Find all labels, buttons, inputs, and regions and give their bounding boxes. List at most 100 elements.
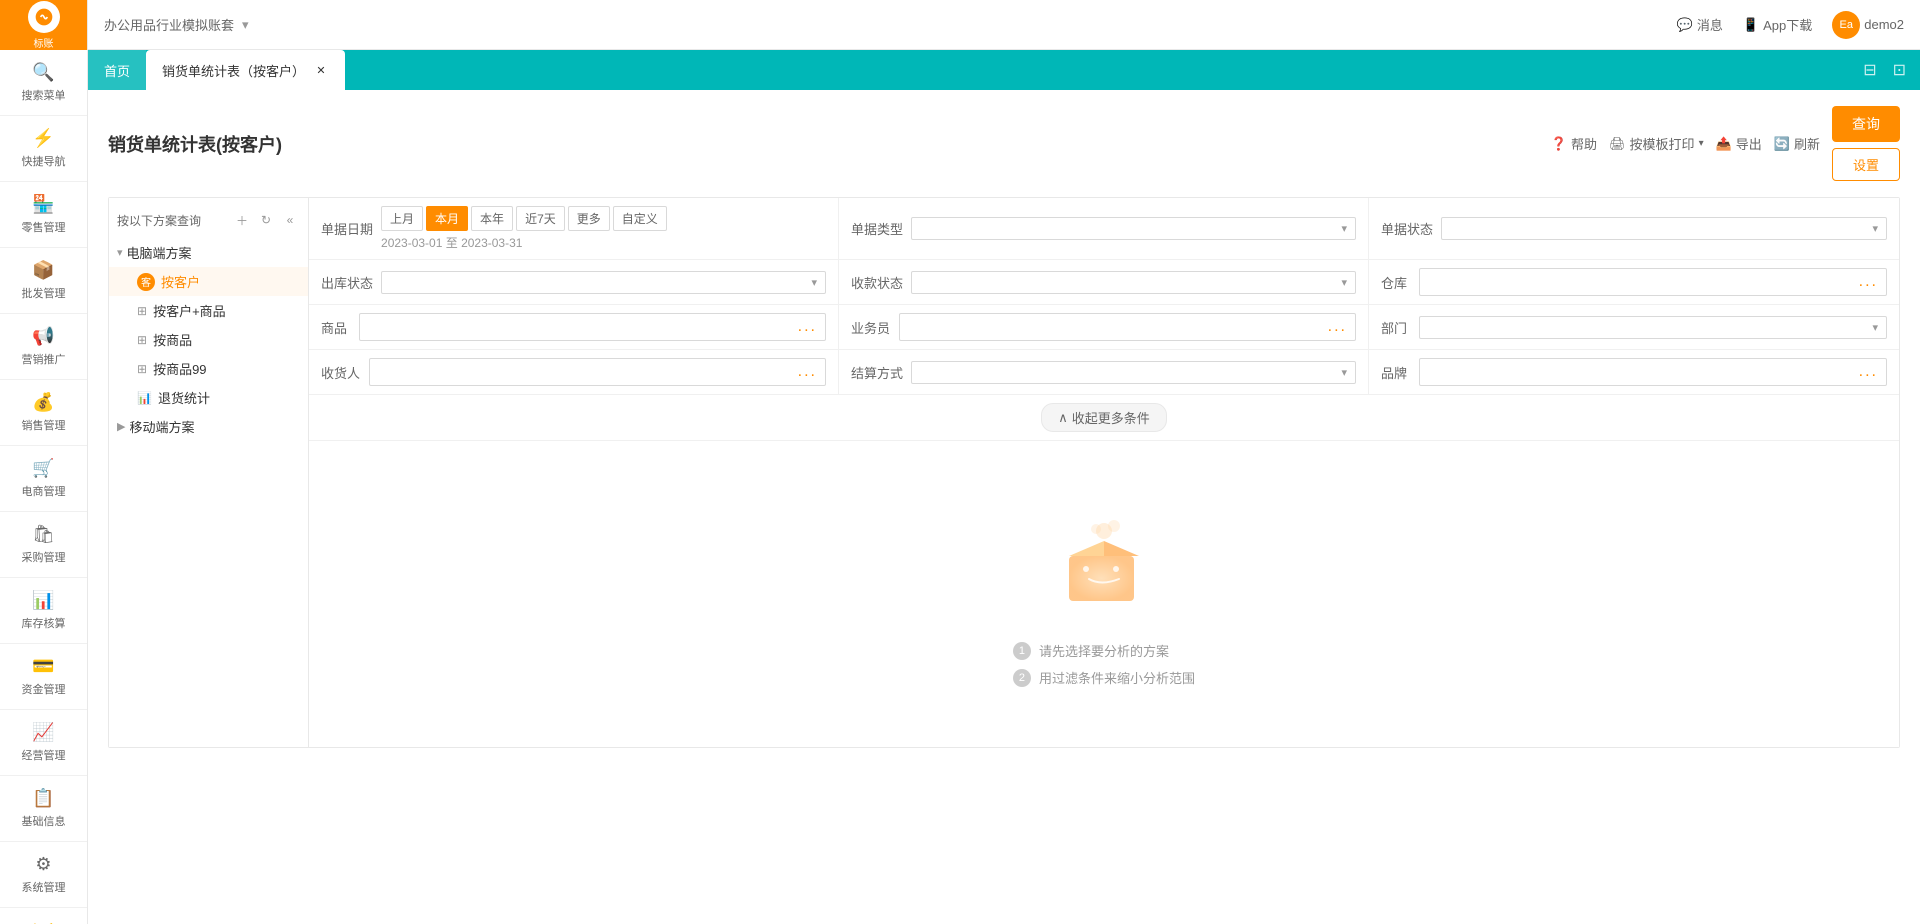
date-btn-thisyear[interactable]: 本年 (471, 206, 513, 231)
print-icon: 🖨 (1609, 136, 1626, 152)
header-left: 办公用品行业模拟账套 ▾ (104, 15, 249, 34)
tree-arrow-down: ▾ (117, 246, 123, 259)
tab-sales-report[interactable]: 销货单统计表（按客户） ✕ (146, 50, 345, 90)
sidebar-item-ecommerce[interactable]: 🛒 电商管理 (0, 446, 87, 512)
tree-item-by-goods-99[interactable]: ⊞ 按商品99 (109, 354, 308, 383)
industry-dropdown-icon[interactable]: ▾ (242, 17, 249, 33)
brand-select[interactable]: ... (1419, 358, 1887, 386)
logo-icon (28, 1, 60, 33)
receipt-status-select[interactable]: ▾ (911, 271, 1356, 294)
settings-button[interactable]: 设置 (1832, 148, 1900, 181)
salesman-label: 业务员 (851, 318, 891, 337)
logo[interactable]: 标账 (0, 0, 87, 50)
sidebar-item-sales[interactable]: 💰 销售管理 (0, 380, 87, 446)
body-container: 按以下方案查询 ＋ ↻ « ▾ 电脑端方案 客 按客户 (108, 197, 1900, 748)
collapse-label: 收起更多条件 (1072, 408, 1150, 427)
tip-num-2: 2 (1013, 669, 1031, 687)
receipt-status-label: 收款状态 (851, 273, 903, 292)
quicknav-icon: ⚡ (32, 128, 54, 149)
sidebar-item-operation[interactable]: 📈 经营管理 (0, 710, 87, 776)
refresh-btn[interactable]: 🔄 刷新 (1774, 134, 1820, 153)
tree-item-by-goods[interactable]: ⊞ 按商品 (109, 325, 308, 354)
active-indicator: 客 (137, 273, 155, 291)
salesman-dots: ... (1328, 318, 1347, 336)
sidebar-item-purchase[interactable]: 🛍 采购管理 (0, 512, 87, 578)
page-header: 销货单统计表(按客户) ❓ 帮助 🖨 按模板打印 ▾ 📤 导出 (108, 106, 1900, 181)
tab-home[interactable]: 首页 (88, 50, 146, 90)
tree-item-by-customer[interactable]: 客 按客户 (109, 267, 308, 296)
warehouse-select[interactable]: ... (1419, 268, 1887, 296)
sidebar-item-search[interactable]: 🔍 搜索菜单 (0, 50, 87, 116)
sidebar-item-sales-label: 销售管理 (22, 417, 66, 433)
message-btn[interactable]: 💬 消息 (1677, 15, 1723, 34)
sidebar-item-retail[interactable]: 🏪 零售管理 (0, 182, 87, 248)
refresh-scheme-btn[interactable]: ↻ (256, 210, 276, 230)
tip-num-1: 1 (1013, 642, 1031, 660)
payment-arrow: ▾ (1341, 366, 1347, 379)
filter-receiver: 收货人 ... (309, 350, 839, 394)
dept-select[interactable]: ▾ (1419, 316, 1887, 339)
receiver-dots: ... (798, 363, 817, 381)
out-status-select[interactable]: ▾ (381, 271, 826, 294)
export-btn[interactable]: 📤 导出 (1716, 134, 1762, 153)
date-options: 上月 本月 本年 近7天 更多 自定义 2023-03-01 至 2023-03… (381, 206, 811, 251)
sidebar-item-ecommerce-label: 电商管理 (22, 483, 66, 499)
left-panel-title: 按以下方案查询 (117, 212, 201, 229)
query-button[interactable]: 查询 (1832, 106, 1900, 142)
collapse-panel-btn[interactable]: « (280, 210, 300, 230)
sidebar-item-finance[interactable]: 💳 资金管理 (0, 644, 87, 710)
date-btn-lastmonth[interactable]: 上月 (381, 206, 423, 231)
collapse-icon: ∧ (1058, 410, 1068, 426)
add-scheme-btn[interactable]: ＋ (232, 210, 252, 230)
date-btn-last7[interactable]: 近7天 (516, 206, 565, 231)
payment-select[interactable]: ▾ (911, 361, 1356, 384)
tree-mobile-group[interactable]: ▶ 移动端方案 (109, 412, 308, 441)
empty-icon (1044, 501, 1164, 621)
refresh-icon: 🔄 (1774, 136, 1790, 152)
print-btn[interactable]: 🖨 按模板打印 ▾ (1609, 134, 1704, 153)
filter-brand: 品牌 ... (1369, 350, 1899, 394)
app-download-btn[interactable]: 📱 App下载 (1743, 15, 1812, 34)
goods-select[interactable]: ... (359, 313, 826, 341)
tree-mobile-label: 移动端方案 (129, 417, 194, 436)
order-type-select[interactable]: ▾ (911, 217, 1356, 240)
sidebar-item-enterprise[interactable]: 🤝 企业协同 (0, 908, 87, 924)
sidebar-item-quicknav[interactable]: ⚡ 快捷导航 (0, 116, 87, 182)
date-btn-custom[interactable]: 自定义 (613, 206, 667, 231)
tab-minimize-btn[interactable]: ⊟ (1857, 56, 1882, 84)
left-panel-actions: ＋ ↻ « (232, 210, 300, 230)
tab-bar: 首页 销货单统计表（按客户） ✕ ⊟ ⊡ (88, 50, 1920, 90)
salesman-select[interactable]: ... (899, 313, 1356, 341)
order-status-select[interactable]: ▾ (1441, 217, 1887, 240)
receipt-status-arrow: ▾ (1341, 276, 1347, 289)
filter-row-1: 单据日期 上月 本月 本年 近7天 更多 自定义 2023-03-01 至 20… (309, 198, 1899, 260)
sidebar-item-inventory[interactable]: 📊 库存核算 (0, 578, 87, 644)
filter-payment: 结算方式 ▾ (839, 350, 1369, 394)
tree-item-customer-goods[interactable]: ⊞ 按客户+商品 (109, 296, 308, 325)
tab-close-icon[interactable]: ✕ (313, 62, 329, 78)
date-btn-more[interactable]: 更多 (568, 206, 610, 231)
filter-row-4: 收货人 ... 结算方式 ▾ (309, 350, 1899, 395)
sidebar-item-wholesale[interactable]: 📦 批发管理 (0, 248, 87, 314)
operation-icon: 📈 (32, 722, 54, 743)
sidebar: 标账 🔍 搜索菜单 ⚡ 快捷导航 🏪 零售管理 📦 批发管理 📢 营销推广 💰 … (0, 0, 88, 924)
tree-item-return-stats[interactable]: 📊 退货统计 (109, 383, 308, 412)
username: demo2 (1864, 17, 1904, 32)
app-download-label: App下载 (1763, 15, 1812, 34)
collapse-btn[interactable]: ∧ 收起更多条件 (1041, 403, 1167, 432)
tree-desktop-label: 电脑端方案 (127, 243, 192, 262)
sidebar-item-marketing[interactable]: 📢 营销推广 (0, 314, 87, 380)
filter-dept: 部门 ▾ (1369, 305, 1899, 349)
sidebar-item-marketing-label: 营销推广 (22, 351, 66, 367)
sidebar-item-system[interactable]: ⚙ 系统管理 (0, 842, 87, 908)
collapse-row[interactable]: ∧ 收起更多条件 (309, 395, 1899, 441)
sidebar-item-basicinfo[interactable]: 📋 基础信息 (0, 776, 87, 842)
tree-desktop-group[interactable]: ▾ 电脑端方案 (109, 238, 308, 267)
date-btn-thismonth[interactable]: 本月 (426, 206, 468, 231)
user-profile[interactable]: Ea demo2 (1832, 11, 1904, 39)
receiver-select[interactable]: ... (369, 358, 826, 386)
tab-maximize-btn[interactable]: ⊡ (1887, 56, 1912, 84)
left-panel-header: 按以下方案查询 ＋ ↻ « (109, 206, 308, 234)
sidebar-item-basicinfo-label: 基础信息 (22, 813, 66, 829)
help-btn[interactable]: ❓ 帮助 (1551, 134, 1597, 153)
